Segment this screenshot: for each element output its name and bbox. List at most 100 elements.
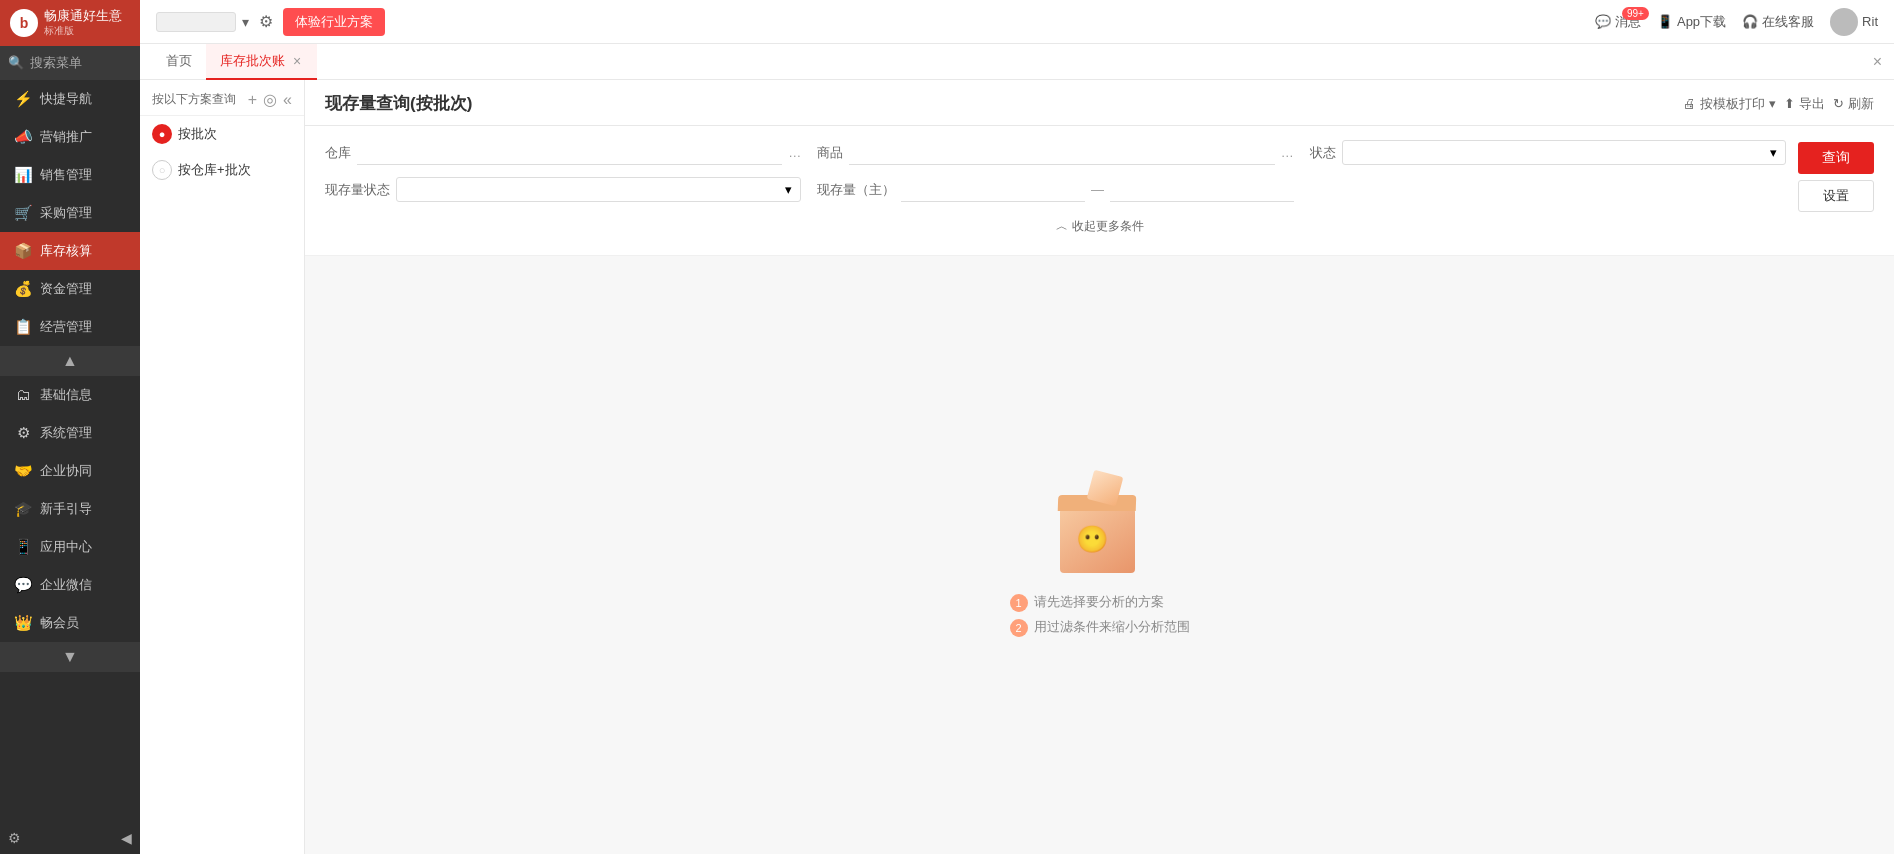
sidebar-item-newbie[interactable]: 🎓 新手引导 bbox=[0, 490, 140, 528]
message-badge: 99+ bbox=[1622, 7, 1649, 20]
sidebar-item-vip[interactable]: 👑 畅会员 bbox=[0, 604, 140, 642]
operation-icon: 📋 bbox=[14, 318, 32, 336]
filter-row-1: 仓库 … 商品 … 状态 bbox=[325, 140, 1786, 165]
experience-btn[interactable]: 体验行业方案 bbox=[283, 8, 385, 36]
avatar-image bbox=[1830, 8, 1858, 36]
scheme-label-batch: 按批次 bbox=[178, 125, 217, 143]
sidebar-item-sales[interactable]: 📊 销售管理 bbox=[0, 156, 140, 194]
sidebar-footer: ⚙ ◀ bbox=[0, 822, 140, 854]
user-avatar[interactable]: Rit bbox=[1830, 8, 1878, 36]
sidebar-search[interactable]: 🔍 搜索菜单 bbox=[0, 46, 140, 80]
content-area: 按以下方案查询 + ◎ « ● 按批次 ○ 按仓库+批次 现存量查询(按批次) bbox=[140, 80, 1894, 854]
breadcrumb-input[interactable] bbox=[156, 12, 236, 32]
warehouse-more-button[interactable]: … bbox=[788, 145, 801, 160]
system-icon: ⚙ bbox=[14, 424, 32, 442]
search-label: 搜索菜单 bbox=[30, 54, 82, 72]
scheme-item-batch[interactable]: ● 按批次 bbox=[140, 116, 304, 152]
scheme-item-warehouse-batch[interactable]: ○ 按仓库+批次 bbox=[140, 152, 304, 188]
page-title: 现存量查询(按批次) bbox=[325, 92, 472, 115]
refresh-button[interactable]: ↻ 刷新 bbox=[1833, 95, 1874, 113]
tab-active-label: 库存批次账 bbox=[220, 52, 285, 70]
topbar-settings-button[interactable]: ⚙ bbox=[259, 12, 273, 31]
message-action[interactable]: 💬 消息 99+ bbox=[1595, 13, 1641, 31]
settings-button[interactable]: 设置 bbox=[1798, 180, 1874, 212]
tab-inventory-batch[interactable]: 库存批次账 × bbox=[206, 44, 317, 80]
hint-num-1: 1 bbox=[1010, 594, 1028, 612]
collapse-panel-button[interactable]: « bbox=[283, 90, 292, 109]
tabbar: 首页 库存批次账 × × bbox=[140, 44, 1894, 80]
app-download-action[interactable]: 📱 App下载 bbox=[1657, 13, 1726, 31]
topbar-right: 💬 消息 99+ 📱 App下载 🎧 在线客服 Rit bbox=[1595, 8, 1878, 36]
sidebar-item-finance[interactable]: 💰 资金管理 bbox=[0, 270, 140, 308]
sidebar-item-enterprise[interactable]: 🤝 企业协同 bbox=[0, 452, 140, 490]
sidebar-item-appstore[interactable]: 📱 应用中心 bbox=[0, 528, 140, 566]
product-label: 商品 bbox=[817, 144, 843, 162]
sidebar-scroll-down[interactable]: ▼ bbox=[0, 642, 140, 672]
sidebar-item-system[interactable]: ⚙ 系统管理 bbox=[0, 414, 140, 452]
print-icon: 🖨 bbox=[1683, 96, 1696, 111]
sidebar-item-label: 企业微信 bbox=[40, 576, 92, 594]
sidebar-scroll-up[interactable]: ▲ bbox=[0, 346, 140, 376]
stock-status-select[interactable]: ▾ bbox=[396, 177, 801, 202]
tab-close-button[interactable]: × bbox=[291, 54, 303, 68]
sidebar-item-label: 经营管理 bbox=[40, 318, 92, 336]
sidebar-item-label: 新手引导 bbox=[40, 500, 92, 518]
filter-product: 商品 … bbox=[817, 141, 1293, 165]
empty-illustration: 😶 bbox=[1040, 473, 1160, 573]
empty-state: 😶 1 请先选择要分析的方案 2 用过滤条件来缩小分析范围 bbox=[305, 256, 1894, 854]
export-button[interactable]: ⬆ 导出 bbox=[1784, 95, 1825, 113]
online-service-action[interactable]: 🎧 在线客服 bbox=[1742, 13, 1814, 31]
tab-home-label: 首页 bbox=[166, 52, 192, 70]
sidebar-item-wechat[interactable]: 💬 企业微信 bbox=[0, 566, 140, 604]
sidebar-header: b 畅康通好生意 标准版 bbox=[0, 0, 140, 46]
stock-quantity-min-input[interactable] bbox=[901, 178, 1085, 202]
filter-row-2: 现存量状态 ▾ 现存量（主） — bbox=[325, 177, 1786, 202]
sidebar-item-basic[interactable]: 🗂 基础信息 bbox=[0, 376, 140, 414]
sidebar-item-operation[interactable]: 📋 经营管理 bbox=[0, 308, 140, 346]
stock-quantity-max-input[interactable] bbox=[1110, 178, 1294, 202]
print-label: 按模板打印 bbox=[1700, 95, 1765, 113]
sidebar-item-label: 系统管理 bbox=[40, 424, 92, 442]
page-header-actions: 🖨 按模板打印 ▾ ⬆ 导出 ↻ 刷新 bbox=[1683, 95, 1874, 113]
sidebar-item-label: 销售管理 bbox=[40, 166, 92, 184]
stock-status-dropdown-icon: ▾ bbox=[785, 182, 792, 197]
stock-quantity-dash: — bbox=[1091, 182, 1104, 197]
export-label: 导出 bbox=[1799, 95, 1825, 113]
hint-text-2: 用过滤条件来缩小分析范围 bbox=[1034, 618, 1190, 636]
status-select[interactable]: ▾ bbox=[1342, 140, 1786, 165]
sidebar-settings-button[interactable]: ⚙ bbox=[8, 830, 21, 846]
add-scheme-button[interactable]: + bbox=[248, 90, 257, 109]
sidebar-collapse-button[interactable]: ◀ bbox=[121, 830, 132, 846]
vip-icon: 👑 bbox=[14, 614, 32, 632]
sidebar-item-purchase[interactable]: 🛒 采购管理 bbox=[0, 194, 140, 232]
app-download-label: App下载 bbox=[1677, 13, 1726, 31]
sidebar-item-marketing[interactable]: 📣 营销推广 bbox=[0, 118, 140, 156]
product-input[interactable] bbox=[849, 141, 1274, 165]
filter-stock-status: 现存量状态 ▾ bbox=[325, 177, 801, 202]
product-more-button[interactable]: … bbox=[1281, 145, 1294, 160]
print-button[interactable]: 🖨 按模板打印 ▾ bbox=[1683, 95, 1776, 113]
chevron-up-icon: ︿ bbox=[1056, 218, 1068, 235]
warehouse-input[interactable] bbox=[357, 141, 782, 165]
headset-icon: 🎧 bbox=[1742, 14, 1758, 29]
filter-section: 仓库 … 商品 … 状态 bbox=[305, 126, 1894, 256]
marketing-icon: 📣 bbox=[14, 128, 32, 146]
collapse-conditions-button[interactable]: ︿ 收起更多条件 bbox=[325, 212, 1874, 241]
breadcrumb-dropdown[interactable]: ▾ bbox=[242, 14, 249, 30]
scheme-label-warehouse-batch: 按仓库+批次 bbox=[178, 161, 251, 179]
sidebar-item-label: 采购管理 bbox=[40, 204, 92, 222]
sidebar-item-quick-nav[interactable]: ⚡ 快捷导航 bbox=[0, 80, 140, 118]
scheme-settings-button[interactable]: ◎ bbox=[263, 90, 277, 109]
phone-icon: 📱 bbox=[1657, 14, 1673, 29]
hint-num-2: 2 bbox=[1010, 619, 1028, 637]
warehouse-label: 仓库 bbox=[325, 144, 351, 162]
sidebar-item-inventory[interactable]: 📦 库存核算 bbox=[0, 232, 140, 270]
tab-home[interactable]: 首页 bbox=[152, 44, 206, 80]
wechat-icon: 💬 bbox=[14, 576, 32, 594]
query-button[interactable]: 查询 bbox=[1798, 142, 1874, 174]
stock-status-label: 现存量状态 bbox=[325, 181, 390, 199]
filter-status: 状态 ▾ bbox=[1310, 140, 1786, 165]
refresh-icon: ↻ bbox=[1833, 96, 1844, 111]
tab-panel-close-button[interactable]: × bbox=[1873, 53, 1882, 71]
status-label: 状态 bbox=[1310, 144, 1336, 162]
